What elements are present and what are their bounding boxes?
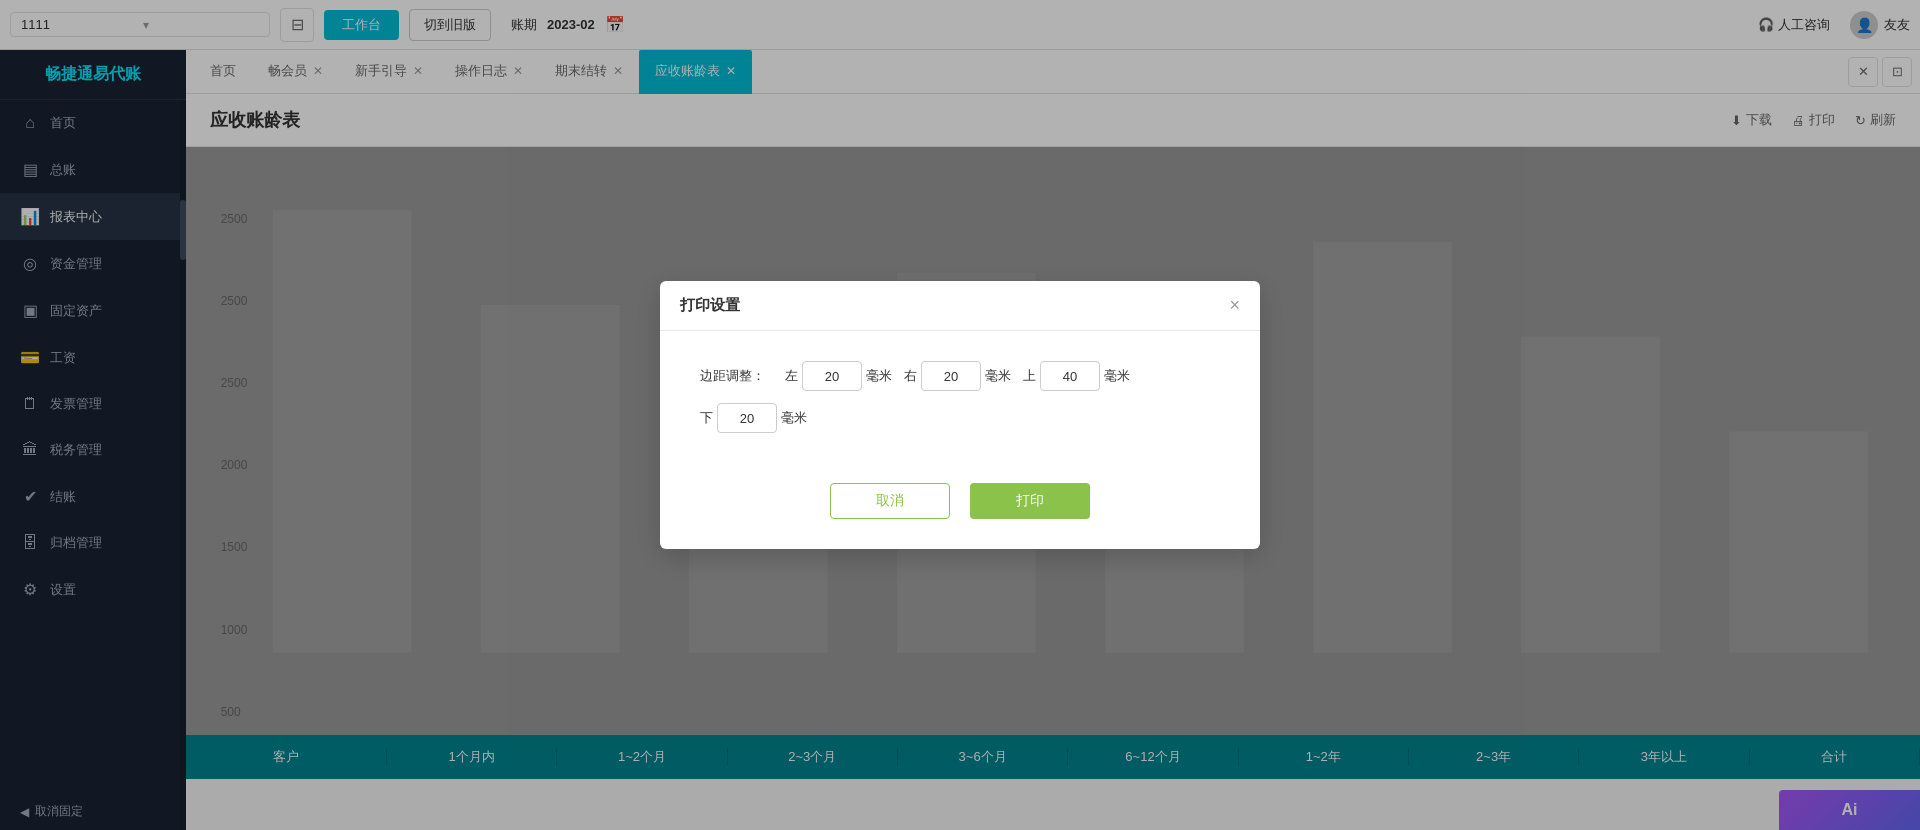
right-unit: 毫米 — [985, 367, 1011, 385]
modal-footer: 取消 打印 — [660, 463, 1260, 549]
margin-top-group: 上 毫米 — [1023, 361, 1130, 391]
margin-right-group: 右 毫米 — [904, 361, 1011, 391]
margin-row: 边距调整： 左 毫米 右 毫米 上 毫米 下 — [700, 361, 1220, 433]
modal-header: 打印设置 × — [660, 281, 1260, 331]
right-margin-input[interactable] — [921, 361, 981, 391]
left-label: 左 — [785, 367, 798, 385]
margin-left-group: 左 毫米 — [785, 361, 892, 391]
print-confirm-button[interactable]: 打印 — [970, 483, 1090, 519]
top-unit: 毫米 — [1104, 367, 1130, 385]
cancel-button[interactable]: 取消 — [830, 483, 950, 519]
margin-adjust-label: 边距调整： — [700, 367, 765, 385]
bottom-margin-input[interactable] — [717, 403, 777, 433]
right-label: 右 — [904, 367, 917, 385]
margin-bottom-group: 下 毫米 — [700, 403, 807, 433]
modal-overlay: 打印设置 × 边距调整： 左 毫米 右 毫米 上 毫米 — [0, 0, 1920, 830]
bottom-label: 下 — [700, 409, 713, 427]
modal-close-button[interactable]: × — [1229, 295, 1240, 316]
top-margin-input[interactable] — [1040, 361, 1100, 391]
modal-body: 边距调整： 左 毫米 右 毫米 上 毫米 下 — [660, 331, 1260, 463]
bottom-unit: 毫米 — [781, 409, 807, 427]
left-margin-input[interactable] — [802, 361, 862, 391]
left-unit: 毫米 — [866, 367, 892, 385]
modal-title: 打印设置 — [680, 296, 740, 315]
print-settings-modal: 打印设置 × 边距调整： 左 毫米 右 毫米 上 毫米 — [660, 281, 1260, 549]
top-label: 上 — [1023, 367, 1036, 385]
